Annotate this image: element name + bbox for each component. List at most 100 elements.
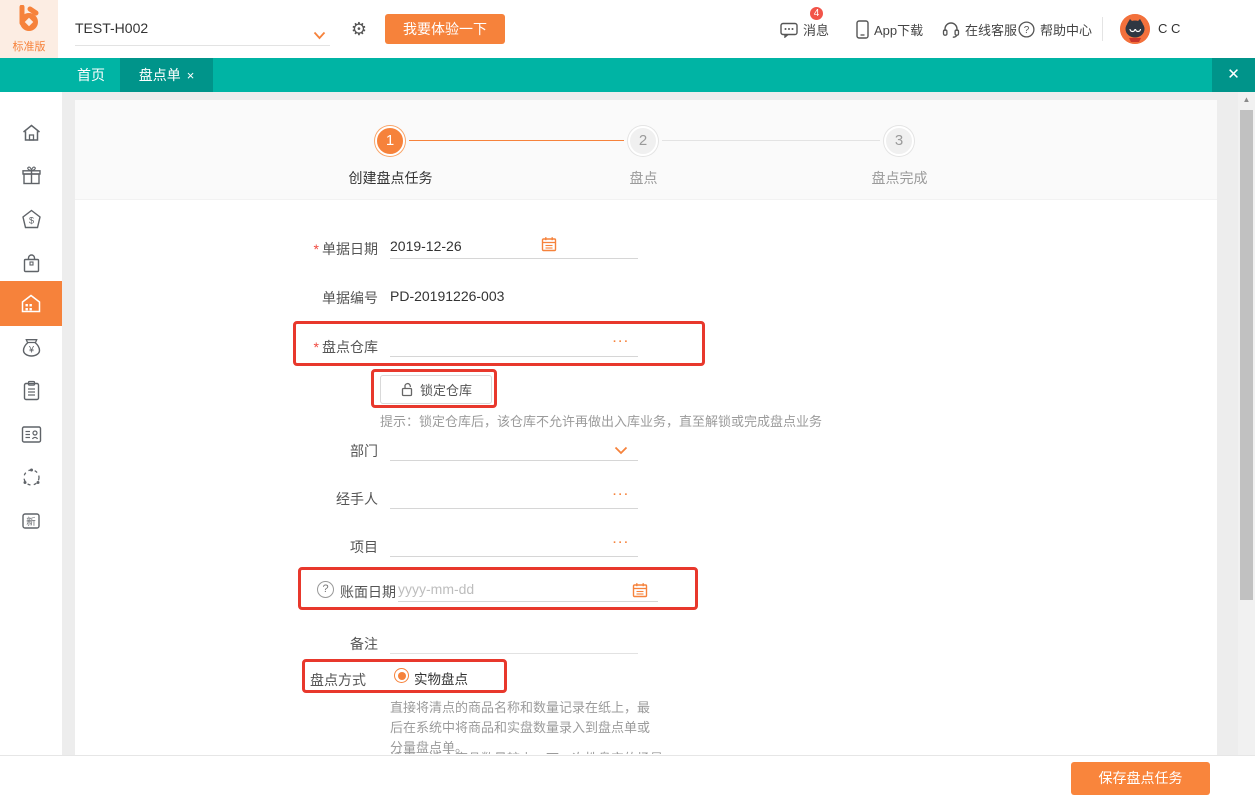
calendar-icon[interactable]	[541, 236, 557, 257]
message-bubble-icon	[780, 22, 798, 38]
department-label: 部门	[350, 443, 378, 459]
app-download-menu[interactable]: App下载	[856, 20, 923, 39]
scrollbar-thumb[interactable]	[1240, 110, 1253, 600]
department-chevron-down-icon[interactable]	[614, 442, 628, 460]
method-desc-truncated-line: 适用：适合商品数量较少、可一次性盘完的场景	[390, 748, 670, 754]
contact-card-icon	[21, 425, 41, 443]
smartphone-icon	[856, 20, 869, 39]
sales-house-icon: $	[21, 209, 41, 228]
step-3-circle: 3	[884, 126, 914, 156]
account-value: TEST-H002	[75, 20, 149, 36]
settings-gear-icon[interactable]: ⚙	[349, 19, 369, 39]
department-field[interactable]	[390, 437, 638, 461]
method-label: 盘点方式	[310, 672, 366, 688]
sidebar-item-new[interactable]: 新	[0, 499, 62, 543]
sidebar-item-contacts[interactable]	[0, 412, 62, 456]
app-window: 标准版 TEST-H002 ⚙ 我要体验一下 消息 4 App下载 在线客服 ?…	[0, 0, 1255, 801]
method-desc-line-2: 后在系统中将商品和实盘数量录入到盘点单或	[390, 720, 651, 735]
remark-field[interactable]	[390, 630, 638, 654]
warehouse-picker-ellipsis[interactable]: ···	[613, 336, 630, 348]
sidebar-item-finance[interactable]: ¥	[0, 325, 62, 369]
method-desc-line-1: 直接将清点的商品名称和数量记录在纸上，最	[390, 700, 651, 715]
sidebar-item-warehouse-active[interactable]	[0, 281, 62, 326]
lock-warehouse-label: 锁定仓库	[419, 383, 472, 398]
app-logo[interactable]: 标准版	[0, 0, 58, 58]
step-2-circle: 2	[628, 126, 658, 156]
app-download-label: App下载	[874, 23, 924, 38]
new-module-icon: 新	[22, 513, 40, 529]
required-mark: *	[313, 241, 319, 257]
user-avatar[interactable]	[1120, 14, 1150, 44]
yen-glyph: ¥	[27, 344, 34, 354]
handler-picker-ellipsis[interactable]: ···	[613, 489, 630, 501]
sidebar-item-gift[interactable]	[0, 154, 62, 198]
warehouse-field[interactable]	[390, 333, 638, 357]
sidebar-item-share[interactable]	[0, 455, 62, 499]
remark-label: 备注	[350, 636, 378, 652]
project-label: 项目	[350, 539, 378, 555]
warehouse-icon	[21, 294, 41, 313]
project-picker-ellipsis[interactable]: ···	[613, 537, 630, 549]
bill-no-value: PD-20191226-003	[390, 288, 505, 304]
warehouse-input[interactable]	[390, 333, 638, 355]
topbar-divider	[1102, 17, 1103, 41]
book-date-calendar-icon[interactable]	[632, 582, 648, 603]
user-name[interactable]: C C	[1158, 21, 1180, 36]
book-date-label: 账面日期	[340, 584, 396, 600]
sidebar-nav: $ ¥ 新	[0, 58, 62, 801]
mascot-avatar-icon	[1120, 14, 1150, 44]
tab-home[interactable]: 首页	[62, 58, 120, 92]
physical-count-option-label[interactable]: 实物盘点	[414, 668, 468, 688]
lock-warehouse-hint: 提示：锁定仓库后，该仓库不允许再做出入库业务，直至解锁或完成盘点业务	[380, 414, 823, 429]
lock-warehouse-button[interactable]: 锁定仓库	[380, 375, 492, 404]
tab-bar: 首页 盘点单 × ✕	[0, 58, 1255, 92]
messages-badge: 4	[808, 5, 825, 22]
scrollbar-track[interactable]: ▲	[1238, 92, 1255, 755]
step-1-label: 创建盘点任务	[348, 170, 433, 186]
help-center-menu[interactable]: ? 帮助中心	[1018, 20, 1092, 39]
warehouse-label: * 盘点仓库	[313, 339, 378, 355]
step-2-label: 盘点	[629, 170, 658, 186]
bill-date-input[interactable]	[390, 235, 638, 257]
book-date-input[interactable]	[398, 578, 658, 600]
top-bar: 标准版 TEST-H002 ⚙ 我要体验一下 消息 4 App下载 在线客服 ?…	[0, 0, 1255, 58]
remark-input[interactable]	[390, 630, 638, 652]
scrollbar-up-arrow-icon[interactable]: ▲	[1238, 94, 1255, 106]
trial-cta-button[interactable]: 我要体验一下	[385, 14, 505, 44]
bill-date-field[interactable]	[390, 235, 638, 259]
headset-icon	[942, 22, 960, 38]
home-icon	[22, 124, 40, 141]
project-field[interactable]	[390, 533, 638, 557]
step-1-circle: 1	[375, 126, 405, 156]
handler-input[interactable]	[390, 485, 638, 507]
sidebar-item-home[interactable]	[0, 111, 62, 155]
tab-close-icon[interactable]: ×	[187, 68, 195, 83]
messages-menu[interactable]: 消息	[780, 20, 829, 39]
help-center-label: 帮助中心	[1040, 23, 1093, 38]
brand-logo-icon	[19, 4, 39, 31]
step-line-1-2	[409, 140, 624, 141]
sidebar-item-purchase[interactable]	[0, 241, 62, 285]
dollar-glyph: $	[28, 215, 33, 225]
online-service-label: 在线客服	[965, 23, 1018, 38]
money-bag-icon: ¥	[22, 338, 40, 357]
bill-no-label: 单据编号	[322, 290, 378, 306]
sidebar-item-orders[interactable]	[0, 368, 62, 412]
book-date-help-icon[interactable]: ?	[317, 581, 334, 598]
bottom-action-bar: 保存盘点任务	[0, 755, 1255, 801]
panel-close-icon[interactable]: ✕	[1212, 58, 1255, 92]
department-input[interactable]	[390, 437, 638, 459]
clipboard-icon	[23, 380, 39, 400]
tab-stocktaking-active[interactable]: 盘点单 ×	[120, 58, 213, 92]
book-date-field[interactable]	[398, 578, 658, 602]
save-stocktaking-task-button[interactable]: 保存盘点任务	[1071, 762, 1210, 795]
handler-field[interactable]	[390, 485, 638, 509]
online-service-menu[interactable]: 在线客服	[942, 20, 1017, 39]
gift-icon	[21, 166, 41, 185]
account-selector[interactable]: TEST-H002	[75, 20, 330, 46]
sidebar-item-sales[interactable]: $	[0, 197, 62, 241]
physical-count-radio[interactable]	[394, 668, 409, 683]
svg-text:?: ?	[1024, 25, 1030, 36]
chevron-down-icon	[313, 27, 326, 43]
project-input[interactable]	[390, 533, 638, 555]
